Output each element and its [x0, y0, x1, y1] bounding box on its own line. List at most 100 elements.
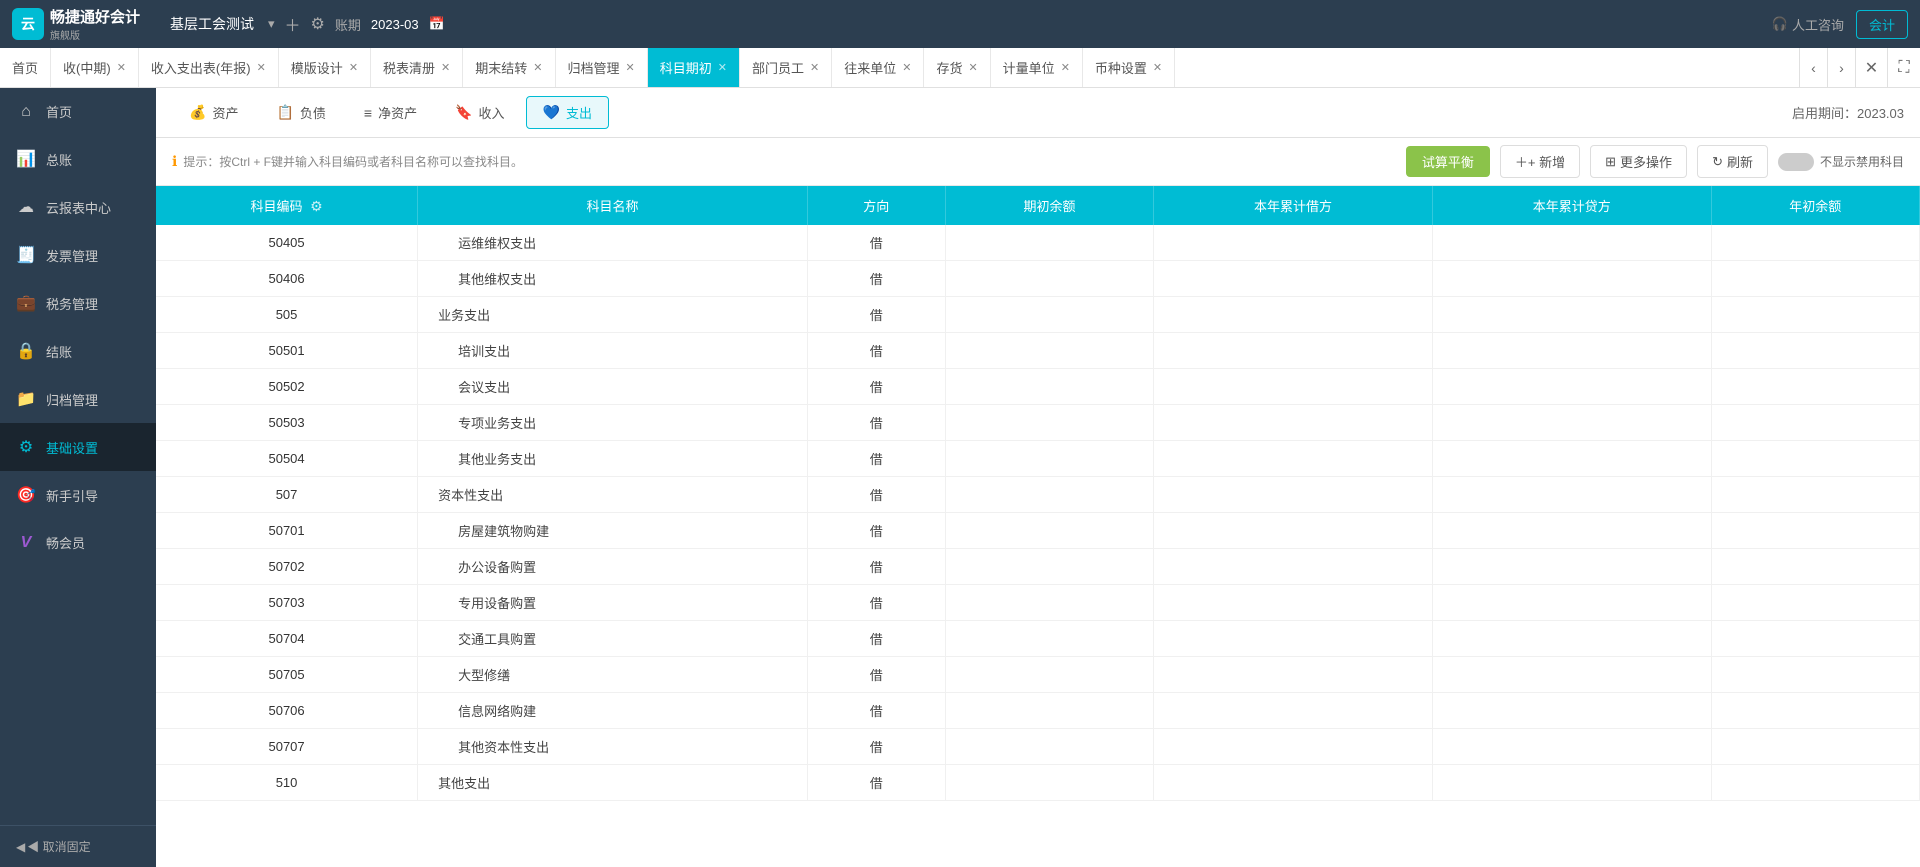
tab-expand-icon[interactable]: ⛶	[1888, 48, 1920, 88]
sidebar-item-tax[interactable]: 💼 税务管理	[0, 279, 156, 327]
tab-close-icon[interactable]: ✕	[1061, 61, 1070, 74]
tab-close-icon[interactable]: ✕	[810, 61, 819, 74]
col-settings-icon[interactable]: ⚙	[310, 198, 323, 214]
tab-tax-list[interactable]: 税表清册 ✕	[371, 48, 463, 87]
tab-close-icon[interactable]: ✕	[441, 61, 450, 74]
sidebar-item-home[interactable]: ⌂ 首页	[0, 88, 156, 135]
cell-name: 资本性支出	[418, 477, 808, 513]
assets-icon: 💰	[189, 104, 206, 121]
tab-label: 模版设计	[291, 58, 343, 77]
tab-inventory[interactable]: 存货 ✕	[924, 48, 990, 87]
cell-code: 50707	[156, 729, 418, 765]
tab-close-all-icon[interactable]: ✕	[1856, 48, 1888, 88]
sub-tab-liabilities[interactable]: 📋 负债	[259, 96, 342, 129]
tab-close-icon[interactable]: ✕	[349, 61, 358, 74]
tab-contacts[interactable]: 往来单位 ✕	[832, 48, 924, 87]
tab-annual-report[interactable]: 收入支出表(年报) ✕	[139, 48, 279, 87]
sidebar-label: 云报表中心	[46, 198, 111, 217]
tab-archive[interactable]: 归档管理 ✕	[556, 48, 648, 87]
sidebar-label: 总账	[46, 150, 72, 169]
table-row[interactable]: 505业务支出借	[156, 297, 1920, 333]
tab-period-end[interactable]: 期末结转 ✕	[463, 48, 555, 87]
add-tab-icon[interactable]: ＋	[285, 12, 301, 36]
disable-toggle[interactable]	[1778, 153, 1814, 171]
table-row[interactable]: 50405运维维权支出借	[156, 225, 1920, 261]
sidebar-item-settle[interactable]: 🔒 结账	[0, 327, 156, 375]
tab-prev-icon[interactable]: ‹	[1800, 48, 1828, 88]
table-row[interactable]: 50705大型修缮借	[156, 657, 1920, 693]
sidebar-item-archive[interactable]: 📁 归档管理	[0, 375, 156, 423]
table-row[interactable]: 50701房屋建筑物购建借	[156, 513, 1920, 549]
table-row[interactable]: 507资本性支出借	[156, 477, 1920, 513]
tab-home[interactable]: 首页	[0, 48, 51, 87]
tab-period-mid[interactable]: 收(中期) ✕	[51, 48, 139, 87]
sidebar-label: 发票管理	[46, 246, 98, 265]
tab-close-icon[interactable]: ✕	[533, 61, 542, 74]
tab-label: 往来单位	[844, 58, 896, 77]
sub-tab-income[interactable]: 🔖 收入	[438, 96, 521, 129]
tab-department[interactable]: 部门员工 ✕	[740, 48, 832, 87]
cell-ytd-credit	[1432, 693, 1711, 729]
company-dropdown-icon[interactable]: ▾	[268, 16, 275, 32]
settings-icon[interactable]: ⚙	[311, 14, 325, 34]
sidebar-label: 新手引导	[46, 486, 98, 505]
refresh-button[interactable]: ↻ 刷新	[1697, 145, 1768, 178]
tab-close-icon[interactable]: ✕	[968, 61, 977, 74]
add-button[interactable]: ＋ + 新增	[1500, 145, 1580, 178]
cell-direction: 借	[807, 225, 945, 261]
table-row[interactable]: 50704交通工具购置借	[156, 621, 1920, 657]
help-button[interactable]: 🎧 人工咨询	[1772, 15, 1844, 34]
balance-button[interactable]: 试算平衡	[1406, 146, 1490, 177]
account-button[interactable]: 会计	[1856, 10, 1908, 39]
table-row[interactable]: 50406其他维权支出借	[156, 261, 1920, 297]
table-row[interactable]: 50504其他业务支出借	[156, 441, 1920, 477]
cell-name: 其他业务支出	[418, 441, 808, 477]
tab-subject-init[interactable]: 科目期初 ✕	[648, 48, 740, 87]
tab-close-icon[interactable]: ✕	[257, 61, 266, 74]
table-row[interactable]: 50703专用设备购置借	[156, 585, 1920, 621]
calendar-icon[interactable]: 📅	[429, 16, 445, 32]
tab-close-icon[interactable]: ✕	[718, 61, 727, 74]
tab-close-icon[interactable]: ✕	[117, 61, 126, 74]
sidebar-item-ledger[interactable]: 📊 总账	[0, 135, 156, 183]
sidebar-item-guide[interactable]: 🎯 新手引导	[0, 471, 156, 519]
archive-icon: 📁	[16, 389, 36, 409]
sub-tab-net-assets[interactable]: ≡ 净资产	[347, 96, 434, 129]
table-row[interactable]: 510其他支出借	[156, 765, 1920, 801]
cell-direction: 借	[807, 549, 945, 585]
tab-close-icon[interactable]: ✕	[902, 61, 911, 74]
table-row[interactable]: 50501培训支出借	[156, 333, 1920, 369]
income-icon: 🔖	[455, 104, 472, 121]
tab-nav-arrows: ‹ › ✕ ⛶	[1799, 48, 1920, 87]
tab-label: 期末结转	[475, 58, 527, 77]
more-button[interactable]: ⊞ 更多操作	[1590, 145, 1687, 178]
tab-next-icon[interactable]: ›	[1828, 48, 1856, 88]
tab-close-icon[interactable]: ✕	[626, 61, 635, 74]
sidebar-label: 基础设置	[46, 438, 98, 457]
period-value[interactable]: 2023-03	[371, 17, 419, 32]
sidebar-collapse-btn[interactable]: ◀ ◀ 取消固定	[0, 825, 156, 867]
table-row[interactable]: 50502会议支出借	[156, 369, 1920, 405]
tab-label: 首页	[12, 58, 38, 77]
cell-code: 50405	[156, 225, 418, 261]
cell-year-init	[1711, 477, 1919, 513]
sidebar-item-cloud-report[interactable]: ☁ 云报表中心	[0, 183, 156, 231]
cell-init-balance	[945, 225, 1153, 261]
sidebar-item-basic-settings[interactable]: ⚙ 基础设置	[0, 423, 156, 471]
table-row[interactable]: 50707其他资本性支出借	[156, 729, 1920, 765]
table-wrapper[interactable]: 科目编码 ⚙ 科目名称 方向 期初余额 本年累计借方 本年累计贷方 年初余额 5…	[156, 186, 1920, 867]
tab-currency[interactable]: 币种设置 ✕	[1083, 48, 1175, 87]
cell-code: 50702	[156, 549, 418, 585]
table-row[interactable]: 50503专项业务支出借	[156, 405, 1920, 441]
company-name[interactable]: 基层工会测试	[170, 14, 254, 34]
sidebar-item-membership[interactable]: V 畅会员	[0, 519, 156, 566]
tab-label: 部门员工	[752, 58, 804, 77]
table-row[interactable]: 50706信息网络购建借	[156, 693, 1920, 729]
tab-units[interactable]: 计量单位 ✕	[991, 48, 1083, 87]
tab-template[interactable]: 模版设计 ✕	[279, 48, 371, 87]
sidebar-item-invoice[interactable]: 🧾 发票管理	[0, 231, 156, 279]
tab-close-icon[interactable]: ✕	[1153, 61, 1162, 74]
sub-tab-expense[interactable]: 💙 支出	[526, 96, 609, 129]
sub-tab-assets[interactable]: 💰 资产	[172, 96, 255, 129]
table-row[interactable]: 50702办公设备购置借	[156, 549, 1920, 585]
